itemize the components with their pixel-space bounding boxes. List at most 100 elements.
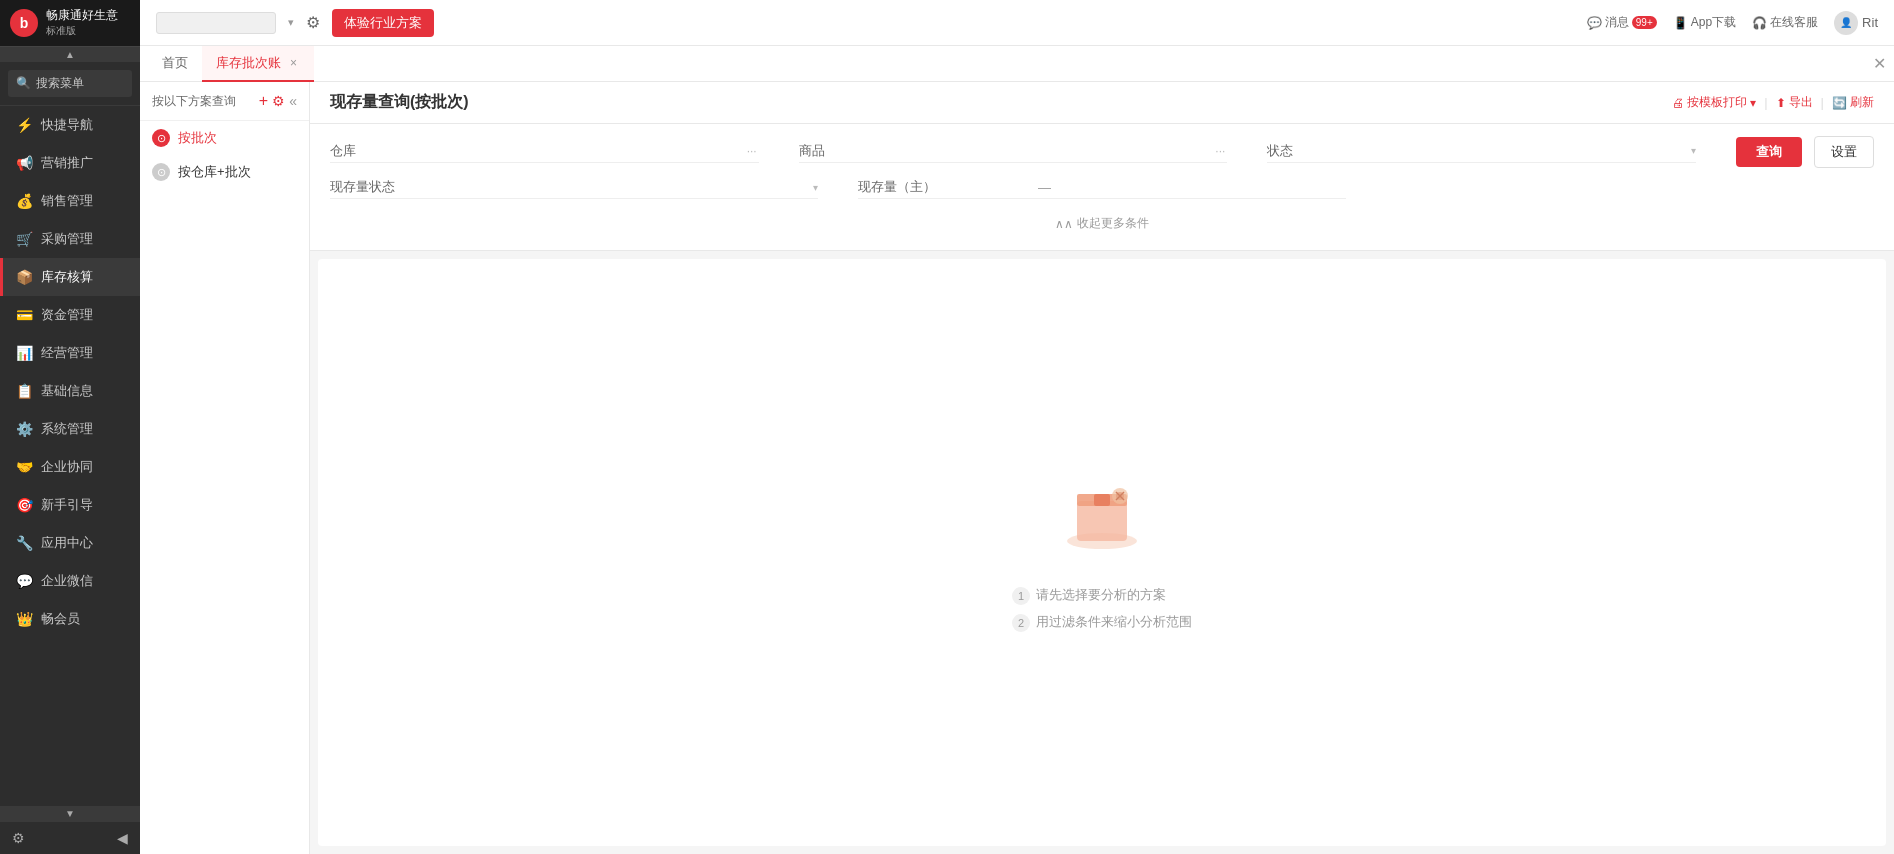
print-icon: 🖨: [1672, 96, 1684, 110]
online-service-btn[interactable]: 🎧 在线客服: [1752, 14, 1818, 31]
search-icon: 🔍: [16, 76, 31, 90]
close-tab-right-btn[interactable]: ✕: [1873, 54, 1886, 73]
collapse-filter-btn[interactable]: ∧∧ 收起更多条件: [330, 209, 1874, 238]
marketing-icon: 📢: [15, 155, 33, 171]
tab-home-label: 首页: [162, 54, 188, 72]
stock-qty-to-input[interactable]: [1065, 180, 1145, 195]
sidebar-header: b 畅康通好生意 标准版: [0, 0, 140, 47]
sidebar-item-label: 应用中心: [41, 534, 93, 552]
sidebar-item-marketing[interactable]: 📢 营销推广: [0, 144, 140, 182]
page-title: 现存量查询(按批次): [330, 92, 469, 113]
left-panel-title: 按以下方案查询: [152, 93, 236, 110]
user-area[interactable]: 👤 Rit: [1834, 11, 1878, 35]
sidebar-item-label: 企业协同: [41, 458, 93, 476]
stock-qty-filter: 现存量（主） —: [858, 178, 1346, 199]
scroll-down-btn[interactable]: ▼: [0, 806, 140, 821]
sidebar-item-enterprise[interactable]: 🤝 企业协同: [0, 448, 140, 486]
stock-qty-from-input[interactable]: [944, 180, 1024, 195]
wechat-icon: 💬: [15, 573, 33, 589]
sidebar-item-wechat[interactable]: 💬 企业微信: [0, 562, 140, 600]
phone-icon: 📱: [1673, 16, 1688, 30]
empty-illustration: [1052, 466, 1152, 566]
left-panel-collapse-btn[interactable]: «: [289, 92, 297, 110]
scheme-item-label: 按仓库+批次: [178, 163, 251, 181]
print-btn[interactable]: 🖨 按模板打印 ▾: [1672, 94, 1756, 111]
scheme-list: ⊙ 按批次 ⊙ 按仓库+批次: [140, 121, 309, 854]
sidebar-item-purchase[interactable]: 🛒 采购管理: [0, 220, 140, 258]
left-panel-btns: + ⚙ «: [259, 92, 297, 110]
action-separator-2: |: [1821, 95, 1824, 110]
sidebar-item-label: 经营管理: [41, 344, 93, 362]
empty-tip-2: 2 用过滤条件来缩小分析范围: [1012, 613, 1192, 632]
sidebar-item-label: 新手引导: [41, 496, 93, 514]
messages-btn[interactable]: 💬 消息 99+: [1587, 14, 1657, 31]
stock-status-input[interactable]: [403, 180, 805, 195]
stock-status-filter: 现存量状态 ▾: [330, 178, 818, 199]
product-more-btn[interactable]: ···: [1213, 144, 1227, 158]
sidebar-item-basics[interactable]: 📋 基础信息: [0, 372, 140, 410]
scheme-icon-inactive: ⊙: [152, 163, 170, 181]
search-menu-btn[interactable]: 🔍 搜索菜单: [8, 70, 132, 97]
page-header-actions: 🖨 按模板打印 ▾ | ⬆ 导出 | 🔄 刷新: [1672, 94, 1874, 111]
warehouse-input[interactable]: [368, 143, 737, 158]
tip-number-1: 1: [1012, 587, 1030, 605]
app-download-btn[interactable]: 📱 App下载: [1673, 14, 1736, 31]
app-version: 标准版: [46, 24, 118, 38]
empty-tip-1: 1 请先选择要分析的方案: [1012, 586, 1192, 605]
user-name: Rit: [1862, 15, 1878, 30]
newbie-icon: 🎯: [15, 497, 33, 513]
topbar-right: 💬 消息 99+ 📱 App下载 🎧 在线客服 👤 Rit: [1587, 11, 1878, 35]
export-icon: ⬆: [1776, 96, 1786, 110]
sidebar-item-label: 快捷导航: [41, 116, 93, 134]
status-dropdown-arrow[interactable]: ▾: [1691, 145, 1696, 156]
export-btn[interactable]: ⬆ 导出: [1776, 94, 1813, 111]
sidebar-item-quick-nav[interactable]: ⚡ 快捷导航: [0, 106, 140, 144]
stock-qty-dash: —: [1032, 180, 1057, 195]
tab-close-btn[interactable]: ×: [287, 56, 300, 70]
warehouse-more-btn[interactable]: ···: [745, 144, 759, 158]
member-icon: 👑: [15, 611, 33, 627]
filter-row-1: 仓库 ··· 商品 ··· 状态 ▾: [330, 136, 1874, 168]
tip-text-1: 请先选择要分析的方案: [1036, 586, 1166, 604]
sidebar-item-inventory[interactable]: 📦 库存核算: [0, 258, 140, 296]
scheme-item-by-batch[interactable]: ⊙ 按批次: [140, 121, 309, 155]
experience-btn[interactable]: 体验行业方案: [332, 9, 434, 37]
product-input[interactable]: [837, 143, 1206, 158]
sidebar-item-finance[interactable]: 💳 资金管理: [0, 296, 140, 334]
breadcrumb-input[interactable]: [156, 12, 276, 34]
left-panel-header: 按以下方案查询 + ⚙ «: [140, 82, 309, 121]
right-area: 现存量查询(按批次) 🖨 按模板打印 ▾ | ⬆ 导出 | 🔄: [310, 82, 1894, 854]
sidebar-item-system[interactable]: ⚙️ 系统管理: [0, 410, 140, 448]
query-btn[interactable]: 查询: [1736, 137, 1802, 167]
main-area: ▾ ⚙ 体验行业方案 💬 消息 99+ 📱 App下载 🎧 在线客服 👤 Rit: [140, 0, 1894, 854]
sidebar-item-sales[interactable]: 💰 销售管理: [0, 182, 140, 220]
tab-home[interactable]: 首页: [148, 46, 202, 82]
sidebar-item-label: 畅会员: [41, 610, 80, 628]
sidebar-item-appstore[interactable]: 🔧 应用中心: [0, 524, 140, 562]
sidebar-item-label: 销售管理: [41, 192, 93, 210]
refresh-btn[interactable]: 🔄 刷新: [1832, 94, 1874, 111]
tab-inventory-batch[interactable]: 库存批次账 ×: [202, 46, 314, 82]
add-scheme-btn[interactable]: +: [259, 92, 268, 110]
settings-icon-btn[interactable]: ⚙: [306, 13, 320, 32]
sidebar-item-operation[interactable]: 📊 经营管理: [0, 334, 140, 372]
status-input[interactable]: [1305, 143, 1683, 158]
svg-rect-3: [1094, 494, 1110, 506]
sidebar-item-newbie[interactable]: 🎯 新手引导: [0, 486, 140, 524]
left-panel: 按以下方案查询 + ⚙ « ⊙ 按批次 ⊙ 按仓库+批次: [140, 82, 310, 854]
empty-state: 1 请先选择要分析的方案 2 用过滤条件来缩小分析范围: [318, 259, 1886, 846]
scroll-up-btn[interactable]: ▲: [0, 47, 140, 62]
sidebar-collapse-btn[interactable]: ◀: [117, 830, 128, 846]
sidebar-item-label: 营销推广: [41, 154, 93, 172]
messages-badge: 99+: [1632, 16, 1657, 29]
filter-settings-btn[interactable]: 设置: [1814, 136, 1874, 168]
topbar: ▾ ⚙ 体验行业方案 💬 消息 99+ 📱 App下载 🎧 在线客服 👤 Rit: [140, 0, 1894, 46]
sidebar-item-label: 基础信息: [41, 382, 93, 400]
app-logo: b: [10, 9, 38, 37]
product-filter: 商品 ···: [799, 142, 1228, 163]
sidebar-item-label: 资金管理: [41, 306, 93, 324]
scheme-settings-btn[interactable]: ⚙: [272, 92, 285, 110]
sidebar-item-member[interactable]: 👑 畅会员: [0, 600, 140, 638]
scheme-item-by-warehouse-batch[interactable]: ⊙ 按仓库+批次: [140, 155, 309, 189]
sidebar-settings-btn[interactable]: ⚙: [12, 830, 25, 846]
